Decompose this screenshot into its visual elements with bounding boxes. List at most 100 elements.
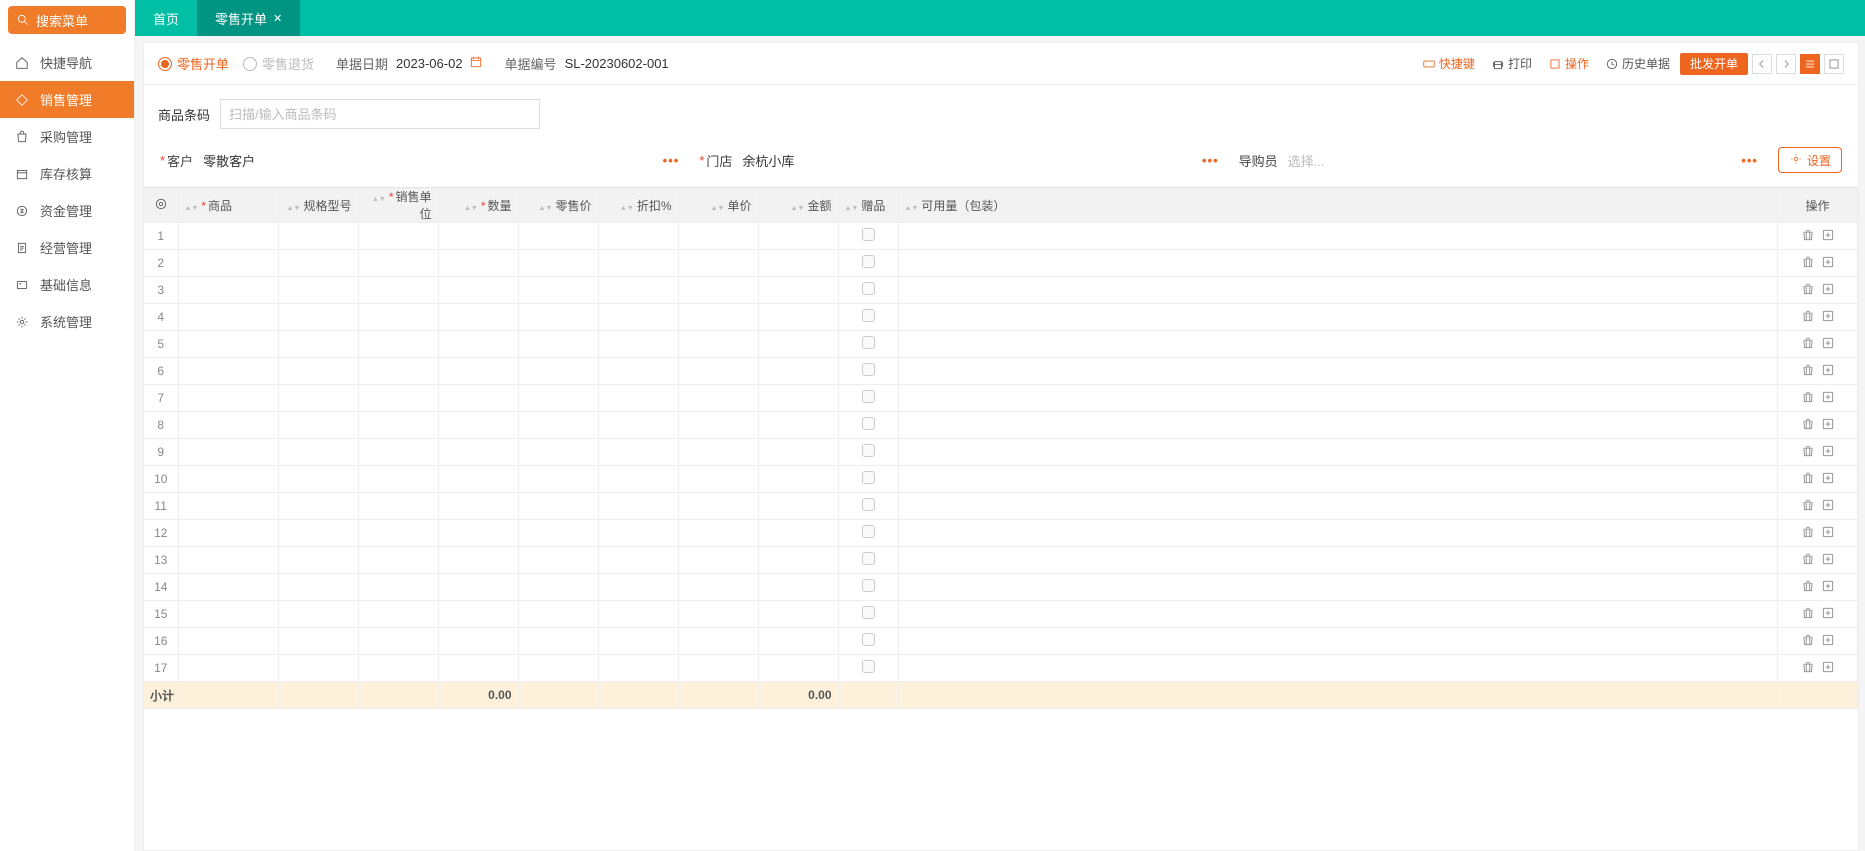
cell-product[interactable] bbox=[178, 655, 278, 682]
cell-spec[interactable] bbox=[278, 277, 358, 304]
cell-amount[interactable] bbox=[758, 547, 838, 574]
table-row[interactable]: 9 bbox=[144, 439, 1858, 466]
add-row-button[interactable] bbox=[1821, 633, 1835, 647]
add-row-button[interactable] bbox=[1821, 471, 1835, 485]
delete-row-button[interactable] bbox=[1801, 579, 1815, 593]
cell-gift[interactable] bbox=[838, 304, 898, 331]
cell-avail[interactable] bbox=[898, 223, 1778, 250]
cell-discount[interactable] bbox=[598, 466, 678, 493]
cell-gift[interactable] bbox=[838, 439, 898, 466]
add-row-button[interactable] bbox=[1821, 579, 1835, 593]
history-button[interactable]: 历史单据 bbox=[1599, 53, 1676, 75]
cell-amount[interactable] bbox=[758, 574, 838, 601]
cell-spec[interactable] bbox=[278, 547, 358, 574]
search-menu-button[interactable]: 搜索菜单 bbox=[8, 6, 126, 34]
checkbox-icon[interactable] bbox=[862, 606, 875, 619]
cell-qty[interactable] bbox=[438, 439, 518, 466]
cell-discount[interactable] bbox=[598, 574, 678, 601]
cell-retail[interactable] bbox=[518, 385, 598, 412]
checkbox-icon[interactable] bbox=[862, 417, 875, 430]
cell-spec[interactable] bbox=[278, 331, 358, 358]
cell-unit[interactable] bbox=[358, 493, 438, 520]
cell-spec[interactable] bbox=[278, 304, 358, 331]
date-value[interactable]: 2023-06-02 bbox=[396, 56, 463, 71]
cell-unit[interactable] bbox=[358, 547, 438, 574]
cell-qty[interactable] bbox=[438, 250, 518, 277]
add-row-button[interactable] bbox=[1821, 363, 1835, 377]
cell-discount[interactable] bbox=[598, 223, 678, 250]
cell-price[interactable] bbox=[678, 547, 758, 574]
cell-spec[interactable] bbox=[278, 493, 358, 520]
cell-retail[interactable] bbox=[518, 304, 598, 331]
cell-product[interactable] bbox=[178, 223, 278, 250]
sidebar-item-sales[interactable]: 销售管理 bbox=[0, 81, 134, 118]
cell-qty[interactable] bbox=[438, 223, 518, 250]
cell-qty[interactable] bbox=[438, 628, 518, 655]
cell-discount[interactable] bbox=[598, 655, 678, 682]
checkbox-icon[interactable] bbox=[862, 579, 875, 592]
cell-spec[interactable] bbox=[278, 655, 358, 682]
cell-price[interactable] bbox=[678, 304, 758, 331]
print-button[interactable]: 打印 bbox=[1485, 53, 1538, 75]
radio-retail-return[interactable]: 零售退货 bbox=[243, 54, 314, 73]
checkbox-icon[interactable] bbox=[862, 633, 875, 646]
cell-avail[interactable] bbox=[898, 466, 1778, 493]
cell-product[interactable] bbox=[178, 466, 278, 493]
table-row[interactable]: 11 bbox=[144, 493, 1858, 520]
cell-discount[interactable] bbox=[598, 439, 678, 466]
cell-spec[interactable] bbox=[278, 439, 358, 466]
cell-discount[interactable] bbox=[598, 547, 678, 574]
col-discount[interactable]: ▲▼折扣% bbox=[598, 188, 678, 223]
cell-avail[interactable] bbox=[898, 412, 1778, 439]
cell-unit[interactable] bbox=[358, 574, 438, 601]
cell-spec[interactable] bbox=[278, 385, 358, 412]
cell-amount[interactable] bbox=[758, 304, 838, 331]
cell-discount[interactable] bbox=[598, 601, 678, 628]
cell-price[interactable] bbox=[678, 628, 758, 655]
cell-retail[interactable] bbox=[518, 493, 598, 520]
cell-amount[interactable] bbox=[758, 385, 838, 412]
cell-unit[interactable] bbox=[358, 250, 438, 277]
table-row[interactable]: 13 bbox=[144, 547, 1858, 574]
cell-retail[interactable] bbox=[518, 547, 598, 574]
operate-button[interactable]: 操作 bbox=[1542, 53, 1595, 75]
tab-home[interactable]: 首页 bbox=[135, 0, 197, 36]
cell-product[interactable] bbox=[178, 574, 278, 601]
cell-gift[interactable] bbox=[838, 655, 898, 682]
cell-amount[interactable] bbox=[758, 412, 838, 439]
cell-amount[interactable] bbox=[758, 331, 838, 358]
guide-select[interactable]: 选择... bbox=[1288, 151, 1742, 170]
cell-unit[interactable] bbox=[358, 385, 438, 412]
cell-spec[interactable] bbox=[278, 601, 358, 628]
delete-row-button[interactable] bbox=[1801, 228, 1815, 242]
sidebar-item-system[interactable]: 系统管理 bbox=[0, 303, 134, 340]
cell-discount[interactable] bbox=[598, 331, 678, 358]
col-retail[interactable]: ▲▼零售价 bbox=[518, 188, 598, 223]
delete-row-button[interactable] bbox=[1801, 444, 1815, 458]
cell-spec[interactable] bbox=[278, 628, 358, 655]
add-row-button[interactable] bbox=[1821, 525, 1835, 539]
cell-spec[interactable] bbox=[278, 223, 358, 250]
cell-unit[interactable] bbox=[358, 655, 438, 682]
cell-retail[interactable] bbox=[518, 358, 598, 385]
calendar-icon[interactable] bbox=[469, 55, 483, 72]
cell-product[interactable] bbox=[178, 250, 278, 277]
cell-price[interactable] bbox=[678, 574, 758, 601]
cell-qty[interactable] bbox=[438, 601, 518, 628]
sidebar-item-basic[interactable]: 基础信息 bbox=[0, 266, 134, 303]
cell-unit[interactable] bbox=[358, 601, 438, 628]
cell-gift[interactable] bbox=[838, 628, 898, 655]
add-row-button[interactable] bbox=[1821, 660, 1835, 674]
table-row[interactable]: 10 bbox=[144, 466, 1858, 493]
store-value[interactable]: 余杭小库 bbox=[742, 151, 1202, 170]
cell-gift[interactable] bbox=[838, 547, 898, 574]
delete-row-button[interactable] bbox=[1801, 633, 1815, 647]
col-price[interactable]: ▲▼单价 bbox=[678, 188, 758, 223]
add-row-button[interactable] bbox=[1821, 417, 1835, 431]
delete-row-button[interactable] bbox=[1801, 660, 1815, 674]
cell-spec[interactable] bbox=[278, 358, 358, 385]
cell-amount[interactable] bbox=[758, 223, 838, 250]
cell-gift[interactable] bbox=[838, 385, 898, 412]
delete-row-button[interactable] bbox=[1801, 552, 1815, 566]
cell-unit[interactable] bbox=[358, 412, 438, 439]
